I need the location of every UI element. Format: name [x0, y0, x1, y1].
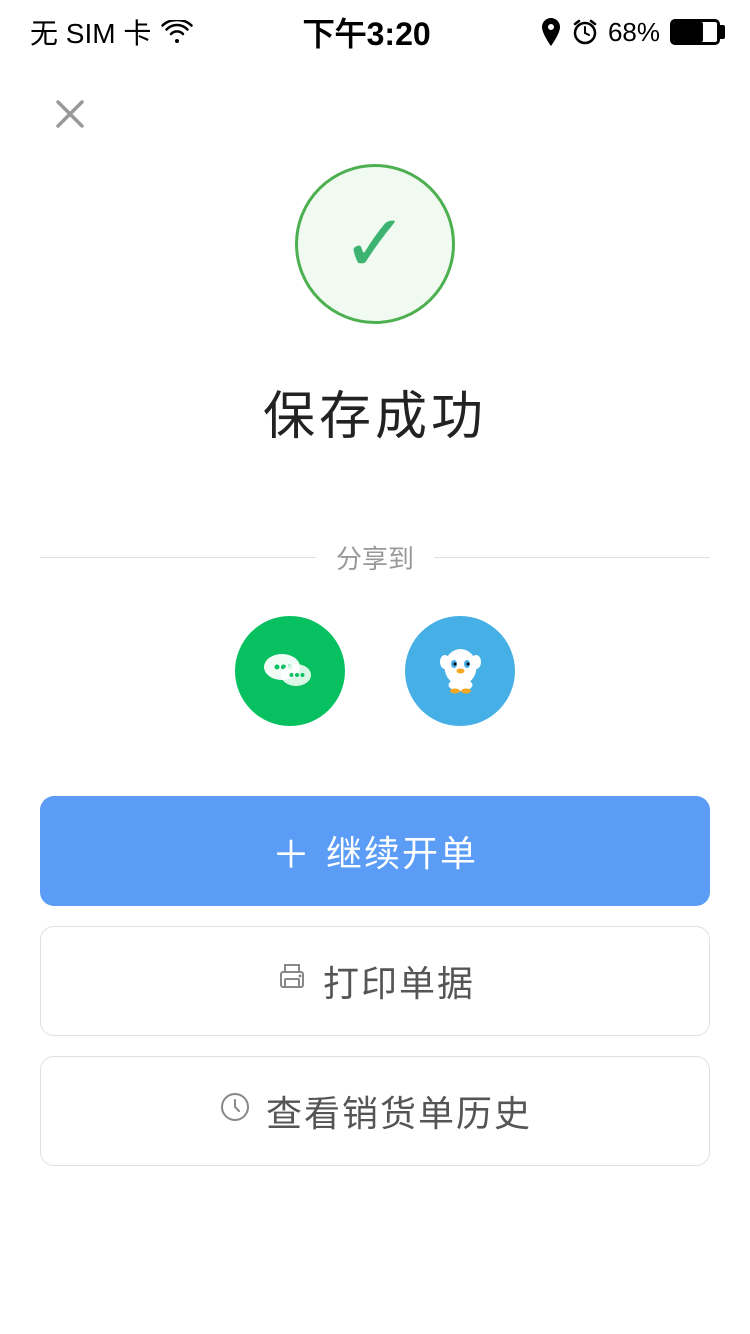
success-area: ✓ 保存成功	[263, 164, 487, 449]
print-button-label: 打印单据	[323, 955, 475, 1007]
status-indicators: 68%	[540, 17, 720, 48]
success-title: 保存成功	[263, 374, 487, 449]
wifi-icon	[161, 20, 193, 44]
battery-text: 68%	[608, 17, 660, 48]
battery-icon	[670, 19, 720, 45]
status-carrier: 无 SIM 卡	[30, 12, 193, 52]
close-button[interactable]	[40, 84, 100, 144]
qq-icon	[428, 639, 493, 704]
divider-line-left	[40, 557, 316, 558]
battery-fill	[673, 22, 703, 42]
history-icon	[218, 1090, 252, 1133]
success-circle: ✓	[295, 164, 455, 324]
wechat-icon	[258, 639, 323, 704]
status-bar: 无 SIM 卡 下午3:20 68%	[0, 0, 750, 64]
divider-line-right	[434, 557, 710, 558]
print-button[interactable]: 打印单据	[40, 926, 710, 1036]
carrier-text: 无 SIM 卡	[30, 12, 151, 52]
plus-icon: ＋	[272, 824, 312, 879]
status-time: 下午3:20	[303, 9, 431, 55]
printer-icon	[275, 960, 309, 1003]
checkmark-icon: ✓	[341, 204, 408, 284]
alarm-icon	[572, 18, 598, 46]
continue-button[interactable]: ＋ 继续开单	[40, 796, 710, 906]
location-icon	[540, 18, 562, 46]
share-label: 分享到	[336, 539, 414, 576]
share-divider: 分享到	[40, 539, 710, 576]
history-button[interactable]: 查看销货单历史	[40, 1056, 710, 1166]
buttons-area: ＋ 继续开单 打印单据 查看销货单历史	[40, 796, 710, 1166]
share-wechat-button[interactable]	[235, 616, 345, 726]
share-icons	[235, 616, 515, 726]
history-button-label: 查看销货单历史	[266, 1085, 532, 1137]
share-qq-button[interactable]	[405, 616, 515, 726]
main-content: ✓ 保存成功 分享到	[0, 64, 750, 1334]
close-icon	[50, 94, 90, 134]
continue-button-label: 继续开单	[326, 825, 478, 877]
